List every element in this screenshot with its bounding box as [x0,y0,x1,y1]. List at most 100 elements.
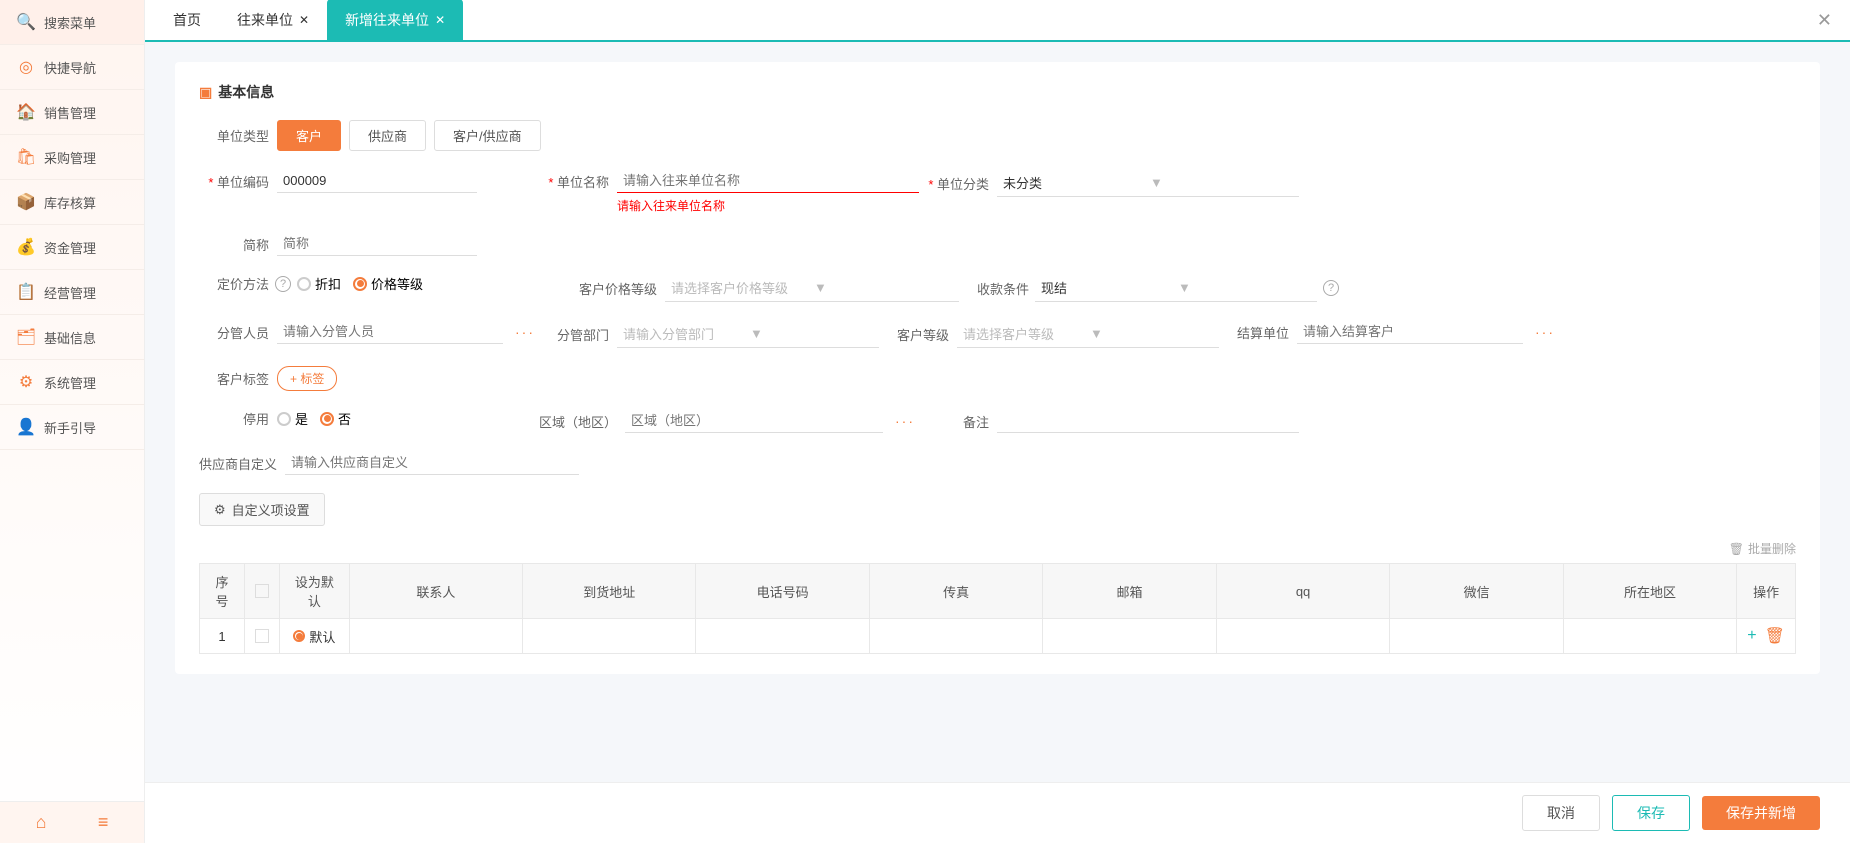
unit-name-label: 单位名称 [539,172,609,191]
pricing-method-label: 定价方法 [199,274,269,293]
delete-row-btn[interactable]: 🗑 [1765,626,1785,646]
sales-icon: 🏠 [16,102,36,122]
sidebar-item-system[interactable]: ⚙ 系统管理 [0,360,144,405]
radio-price-level-circle [353,277,367,291]
disabled-field: 停用 是 否 [199,409,539,428]
sidebar-item-label: 新手引导 [44,418,96,437]
disabled-label: 停用 [199,409,269,428]
table-header-row: 序号 设为默认 联系人 到货地址 电话号码 传真 邮箱 qq [200,564,1796,619]
radio-price-level[interactable]: 价格等级 [353,274,423,293]
row-checkbox[interactable] [255,629,269,643]
radio-no-label: 否 [338,409,351,428]
sidebar-item-newbie[interactable]: 👤 新手引导 [0,405,144,450]
manager-label: 分管人员 [199,323,269,342]
save-button[interactable]: 保存 [1612,795,1690,831]
cell-contact[interactable] [349,619,522,654]
save-new-button[interactable]: 保存并新增 [1702,796,1820,830]
type-btn-supplier[interactable]: 供应商 [349,120,426,151]
customer-price-level-select[interactable]: 请选择客户价格等级 ▼ [665,274,959,302]
radio-no[interactable]: 否 [320,409,351,428]
region-input[interactable] [625,409,883,433]
region-field: 区域（地区） ··· [539,409,919,433]
sidebar-item-sales[interactable]: 🏠 销售管理 [0,90,144,135]
sidebar-item-finance[interactable]: 💰 资金管理 [0,225,144,270]
customer-level-select[interactable]: 请选择客户等级 ▼ [957,320,1219,348]
cell-email[interactable] [1043,619,1216,654]
contact-input[interactable] [360,629,512,644]
sidebar-item-purchase[interactable]: 🛍 采购管理 [0,135,144,180]
pricing-help-icon[interactable]: ? [275,276,291,292]
phone-input[interactable] [706,629,858,644]
sidebar-item-label: 资金管理 [44,238,96,257]
cell-fax[interactable] [869,619,1042,654]
tab-partners[interactable]: 往来单位 ✕ [219,0,327,41]
cell-wechat[interactable] [1390,619,1563,654]
supplier-custom-row: 供应商自定义 [199,451,1796,475]
manager-input[interactable] [277,320,503,344]
close-partners-tab[interactable]: ✕ [299,13,309,27]
tab-new-partner-label: 新增往来单位 [345,10,429,30]
cell-qq[interactable] [1216,619,1390,654]
add-tag-button[interactable]: + 标签 [277,366,337,391]
batch-delete-button[interactable]: 🗑 批量删除 [1729,540,1796,557]
region-more-btn[interactable]: ··· [891,413,919,429]
payment-terms-select[interactable]: 现结 ▼ [1035,274,1317,302]
remark-input[interactable] [997,409,1299,433]
short-name-input[interactable] [277,232,477,256]
inventory-icon: 📦 [16,192,36,212]
settings-bottom-icon[interactable]: ≡ [98,812,109,833]
cell-address[interactable] [523,619,696,654]
cell-checkbox [245,619,280,654]
pricing-row: 定价方法 ? 折扣 价格等级 客户价格等级 [199,274,1796,302]
newbie-icon: 👤 [16,417,36,437]
tab-new-partner[interactable]: 新增往来单位 ✕ [327,0,463,41]
col-phone: 电话号码 [696,564,869,619]
customer-tag-row: 客户标签 + 标签 [199,366,1796,391]
qq-input[interactable] [1227,629,1380,644]
sidebar-item-basic[interactable]: 🗂 基础信息 [0,315,144,360]
customer-price-level-label: 客户价格等级 [579,279,657,298]
wechat-input[interactable] [1400,629,1552,644]
sidebar-item-quicknav[interactable]: ◎ 快捷导航 [0,45,144,90]
cell-phone[interactable] [696,619,869,654]
customer-price-level-placeholder: 请选择客户价格等级 [671,278,810,297]
custom-settings-button[interactable]: ⚙ 自定义项设置 [199,493,325,526]
supplier-custom-input[interactable] [285,451,579,475]
add-row-btn[interactable]: + [1747,627,1756,645]
radio-discount[interactable]: 折扣 [297,274,341,293]
unit-category-select[interactable]: 未分类 ▼ [997,169,1299,197]
settlement-unit-input[interactable] [1297,320,1523,344]
col-default: 设为默认 [280,564,350,619]
department-field: 分管部门 请输入分管部门 ▼ [539,320,879,348]
sidebar-item-operation[interactable]: 📋 经营管理 [0,270,144,315]
cell-action: + 🗑 [1737,619,1796,654]
select-all-checkbox[interactable] [255,584,269,598]
cancel-button[interactable]: 取消 [1522,795,1600,831]
cell-region[interactable] [1563,619,1736,654]
fax-input[interactable] [880,629,1032,644]
tab-home[interactable]: 首页 [155,0,219,41]
sidebar-item-label: 采购管理 [44,148,96,167]
default-radio[interactable] [293,630,305,642]
unit-code-input[interactable] [277,169,477,193]
manager-more-btn[interactable]: ··· [511,324,539,340]
settlement-more-btn[interactable]: ··· [1531,324,1559,340]
radio-yes[interactable]: 是 [277,409,308,428]
tab-bar-close[interactable]: ✕ [1809,6,1840,35]
settlement-unit-field: 结算单位 ··· [1219,320,1559,344]
sidebar-item-search[interactable]: 🔍 搜索菜单 [0,0,144,45]
unit-name-input[interactable] [617,169,919,193]
type-btn-both[interactable]: 客户/供应商 [434,120,541,151]
section-title: ▣ 基本信息 [199,82,1796,102]
region-table-input[interactable] [1574,629,1726,644]
sidebar-bottom: ⌂ ≡ [0,801,144,843]
type-btn-customer[interactable]: 客户 [277,120,341,151]
close-new-partner-tab[interactable]: ✕ [435,13,445,27]
sidebar-item-inventory[interactable]: 📦 库存核算 [0,180,144,225]
email-input[interactable] [1053,629,1205,644]
payment-terms-help-icon[interactable]: ? [1323,280,1339,296]
address-input[interactable] [533,629,685,644]
home-bottom-icon[interactable]: ⌂ [36,812,47,833]
unit-name-error: 请输入往来单位名称 [617,197,725,214]
department-select[interactable]: 请输入分管部门 ▼ [617,320,879,348]
